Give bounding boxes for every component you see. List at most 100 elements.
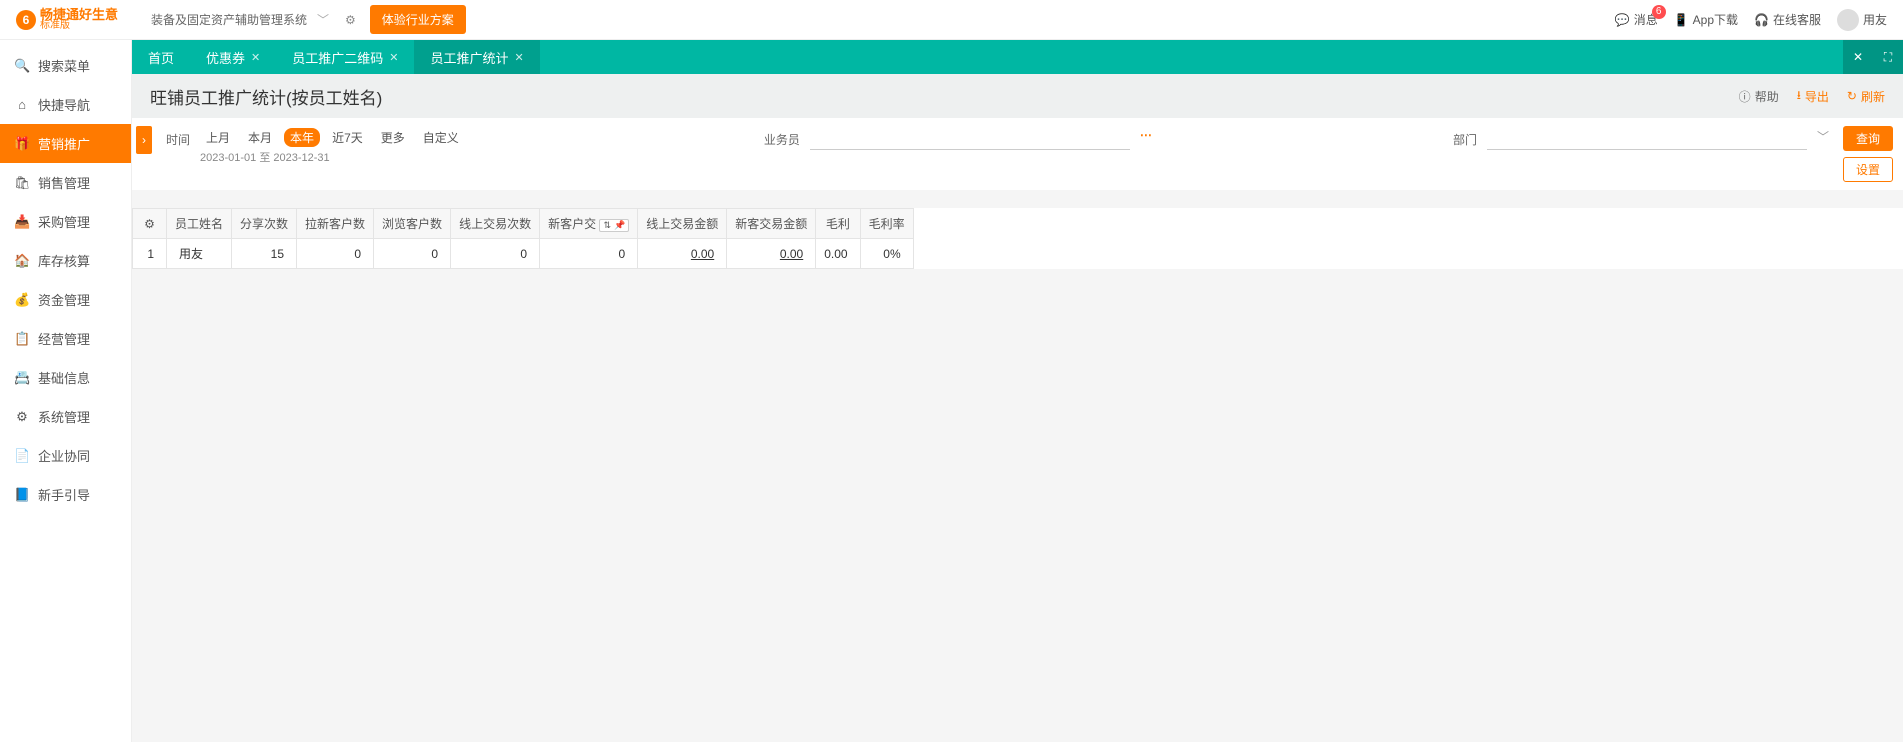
cell-name: 用友 [167, 239, 232, 269]
messages-link[interactable]: 💬 消息 6 [1615, 11, 1658, 28]
try-industry-button[interactable]: 体验行业方案 [370, 5, 466, 34]
close-icon[interactable]: ✕ [251, 51, 260, 64]
main-area: 首页优惠券✕ 员工推广二维码 ✕ 员工推广统计 ✕ ✕ ⛶ 旺铺员工推广统计(按员工姓名… [132, 40, 1903, 742]
online-service-label: 在线客服 [1773, 11, 1821, 28]
sidebar-item-10[interactable]: 📄 企业协同 [0, 436, 131, 475]
sidebar-icon: ⌂ [14, 97, 30, 112]
settings-button[interactable]: 设置 [1843, 157, 1893, 182]
refresh-icon: ↻ [1847, 89, 1857, 103]
column-header[interactable]: 拉新客户数 [297, 209, 374, 239]
expand-tabs-button[interactable]: ⛶ [1873, 40, 1903, 74]
dept-chevron-icon[interactable]: ﹀ [1817, 128, 1829, 145]
help-icon: ⓘ [1739, 88, 1751, 105]
user-menu[interactable]: 用友 [1837, 9, 1887, 31]
salesman-input[interactable] [810, 128, 1130, 150]
column-header[interactable]: 员工姓名 [167, 209, 232, 239]
time-option[interactable]: 本年 [284, 128, 320, 147]
time-option[interactable]: 本月 [242, 128, 278, 147]
refresh-link[interactable]: ↻ 刷新 [1847, 86, 1885, 107]
sidebar-item-9[interactable]: ⚙系统管理 [0, 397, 131, 436]
phone-icon: 📱 [1674, 13, 1689, 27]
top-header: 6 畅捷通好生意 标准版 装备及固定资产辅助管理系统 ﹀ ⚙ 体验行业方案 💬 … [0, 0, 1903, 40]
sidebar-icon: 📄 [14, 448, 30, 464]
sidebar-icon: 🛍 [14, 175, 30, 191]
refresh-label: 刷新 [1861, 88, 1885, 105]
tab-2[interactable]: 员工推广二维码 ✕ [276, 40, 414, 74]
sidebar-item-6[interactable]: 💰资金管理 [0, 280, 131, 319]
sidebar-icon: 📋 [14, 331, 30, 347]
logo-icon: 6 [16, 10, 36, 30]
org-selector[interactable]: 装备及固定资产辅助管理系统 ﹀ ⚙ [151, 11, 356, 28]
tab-3[interactable]: 员工推广统计 ✕ [414, 40, 539, 74]
collapse-filter-handle[interactable]: › [136, 126, 152, 154]
table-row[interactable]: 1用友1500000.000.000.000% [133, 239, 914, 269]
close-icon[interactable]: ✕ [515, 51, 524, 64]
sidebar-icon: 🏠 [14, 253, 30, 269]
tab-0[interactable]: 首页 [132, 40, 190, 74]
sidebar-item-11[interactable]: 📘新手引导 [0, 475, 131, 514]
cell-newtxamt[interactable]: 0.00 [727, 239, 816, 269]
sidebar-item-label: 新手引导 [38, 485, 90, 504]
column-header[interactable]: 毛利 [816, 209, 860, 239]
column-header[interactable]: 线上交易金额 [638, 209, 727, 239]
sidebar-item-8[interactable]: 📇基础信息 [0, 358, 131, 397]
column-header[interactable]: 分享次数 [232, 209, 297, 239]
tab-label: 员工推广二维码 [292, 48, 383, 67]
sidebar-item-label: 系统管理 [38, 407, 90, 426]
gear-icon[interactable]: ⚙ [345, 13, 356, 27]
sidebar-item-2[interactable]: 🎁营销推广 [0, 124, 131, 163]
sidebar-item-4[interactable]: 📥采购管理 [0, 202, 131, 241]
sidebar-item-5[interactable]: 🏠库存核算 [0, 241, 131, 280]
time-option[interactable]: 更多 [375, 128, 411, 147]
sidebar-item-label: 销售管理 [38, 173, 90, 192]
column-header[interactable]: 浏览客户数 [374, 209, 451, 239]
dept-label: 部门 [1453, 128, 1477, 148]
sidebar-item-0[interactable]: 🔍搜索菜单 [0, 46, 131, 85]
online-service-link[interactable]: 🎧 在线客服 [1754, 11, 1821, 28]
time-option[interactable]: 上月 [200, 128, 236, 147]
sidebar-item-label: 经营管理 [38, 329, 90, 348]
logo-subtext: 标准版 [40, 21, 118, 31]
sidebar-item-3[interactable]: 🛍 销售管理 [0, 163, 131, 202]
app-download-link[interactable]: 📱 App下载 [1674, 11, 1738, 28]
close-all-tabs-button[interactable]: ✕ [1843, 40, 1873, 74]
column-header[interactable]: 线上交易次数 [451, 209, 540, 239]
help-label: 帮助 [1755, 88, 1779, 105]
username: 用友 [1863, 11, 1887, 28]
sidebar: 🔍搜索菜单⌂快捷导航🎁营销推广 🛍 销售管理 📥采购管理🏠库存核算💰资金管理 📋 经营管理… [0, 40, 132, 742]
cell-browse: 0 [374, 239, 451, 269]
data-table: ⚙员工姓名分享次数拉新客户数浏览客户数线上交易次数新客户交 ⇅📌线上交易金额新客… [132, 208, 1903, 269]
table-settings-header[interactable]: ⚙ [133, 209, 167, 239]
column-header[interactable]: 新客交易金额 [727, 209, 816, 239]
logo[interactable]: 6 畅捷通好生意 标准版 [16, 8, 131, 31]
cell-txamt[interactable]: 0.00 [638, 239, 727, 269]
tabs-bar: 首页优惠券✕ 员工推广二维码 ✕ 员工推广统计 ✕ ✕ ⛶ [132, 40, 1903, 74]
tab-1[interactable]: 优惠券✕ [190, 40, 276, 74]
sort-icon[interactable]: ⇅ [603, 221, 611, 230]
salesman-more-icon[interactable]: ⋯ [1140, 128, 1154, 142]
message-icon: 💬 [1615, 13, 1630, 27]
dept-input[interactable] [1487, 128, 1807, 150]
help-link[interactable]: ⓘ 帮助 [1739, 86, 1779, 107]
headset-icon: 🎧 [1754, 13, 1769, 27]
sidebar-item-7[interactable]: 📋 经营管理 [0, 319, 131, 358]
cell-rate: 0% [860, 239, 913, 269]
messages-badge: 6 [1652, 5, 1666, 19]
time-option[interactable]: 近7天 [326, 128, 369, 147]
tab-label: 员工推广统计 [430, 48, 508, 67]
export-label: 导出 [1805, 88, 1829, 105]
pin-icon[interactable]: 📌 [614, 221, 625, 230]
time-option[interactable]: 自定义 [417, 128, 465, 147]
export-link[interactable]: ⭳ 导出 [1797, 86, 1829, 107]
close-icon[interactable]: ✕ [389, 51, 398, 64]
column-header[interactable]: 新客户交 ⇅📌 [540, 209, 638, 239]
sidebar-item-label: 营销推广 [38, 134, 90, 153]
column-header[interactable]: 毛利率 [860, 209, 913, 239]
sidebar-item-1[interactable]: ⌂快捷导航 [0, 85, 131, 124]
page-title: 旺铺员工推广统计(按员工姓名) [150, 84, 382, 109]
sidebar-icon: 📇 [14, 370, 30, 386]
sort-pin-widget[interactable]: ⇅📌 [599, 219, 629, 232]
page-title-bar: 旺铺员工推广统计(按员工姓名) ⓘ 帮助 ⭳ 导出 ↻ 刷新 [132, 74, 1903, 118]
query-button[interactable]: 查询 [1843, 126, 1893, 151]
sidebar-item-label: 企业协同 [38, 446, 90, 465]
